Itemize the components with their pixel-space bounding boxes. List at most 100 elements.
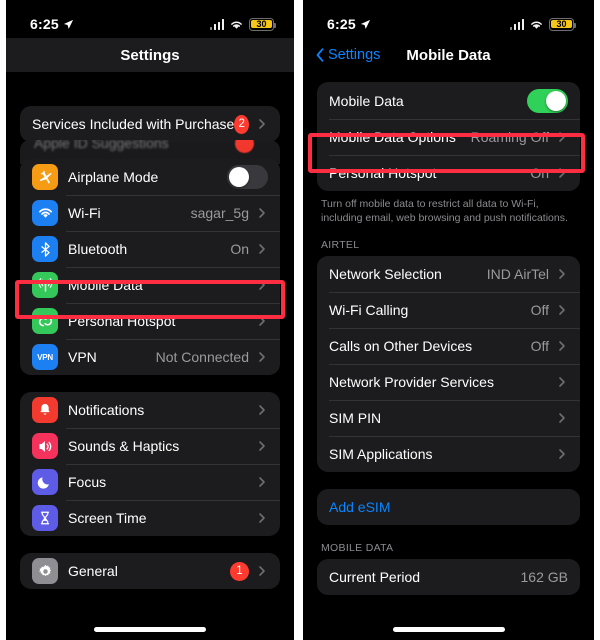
status-bar-time-left: 6:25: [30, 16, 74, 32]
row-label: Notifications: [68, 402, 145, 418]
bluetooth-icon: [32, 236, 58, 262]
mobile-data-toggle[interactable]: [527, 88, 568, 113]
back-button-label: Settings: [328, 47, 381, 63]
home-indicator-left: [94, 627, 206, 632]
sidebar-item-general[interactable]: General 1: [20, 553, 280, 589]
row-value: Not Connected: [155, 349, 249, 365]
chevron-right-icon: [256, 440, 268, 452]
wifi-icon: [229, 19, 244, 30]
add-esim-label: Add eSIM: [329, 499, 391, 515]
row-label: General: [68, 563, 118, 579]
mobile-data-group-usage: Current Period 162 GB: [317, 559, 580, 595]
status-badge: 2: [234, 114, 249, 134]
row-mobile-data-options[interactable]: Mobile Data Options Roaming Off: [317, 119, 580, 155]
row-label: Network Provider Services: [329, 374, 494, 390]
row-label: Current Period: [329, 569, 421, 585]
row-wifi-calling[interactable]: Wi-Fi Calling Off: [317, 292, 580, 328]
add-esim-button[interactable]: Add eSIM: [317, 489, 580, 525]
airplane-icon: [32, 164, 58, 190]
status-bar-indicators-left: 30: [209, 17, 277, 31]
signal-bars-icon: [509, 19, 524, 30]
chevron-right-icon: [256, 565, 268, 577]
chevron-right-icon: [556, 268, 568, 280]
row-label: Personal Hotspot: [329, 165, 437, 181]
settings-group-services: Services Included with Purchase 2: [20, 106, 280, 142]
settings-group-general: General 1: [20, 553, 280, 589]
mobile-data-group-add-esim: Add eSIM: [317, 489, 580, 525]
section-header-mobile-data: MOBILE DATA: [321, 542, 394, 554]
row-mobile-data-toggle[interactable]: Mobile Data: [317, 82, 580, 119]
chevron-right-icon: [256, 512, 268, 524]
sidebar-item-vpn[interactable]: VPN VPN Not Connected: [20, 339, 280, 375]
row-label: Sounds & Haptics: [68, 438, 180, 454]
sidebar-item-screen-time[interactable]: Screen Time: [20, 500, 280, 536]
status-time-text-left: 6:25: [30, 16, 59, 32]
settings-group-connectivity: Airplane Mode Wi-Fi sagar_5g Bluetooth O…: [20, 159, 280, 375]
sidebar-item-sounds-haptics[interactable]: Sounds & Haptics: [20, 428, 280, 464]
settings-scroll-content[interactable]: Apple ID Suggestions Services Included w…: [6, 72, 294, 589]
row-label: Services Included with Purchase: [32, 116, 235, 132]
back-button-settings[interactable]: Settings: [315, 38, 380, 72]
row-sim-applications[interactable]: SIM Applications: [317, 436, 580, 472]
chevron-right-icon: [256, 243, 268, 255]
cellular-antenna-icon: [32, 272, 58, 298]
row-personal-hotspot[interactable]: Personal Hotspot On: [317, 155, 580, 191]
sidebar-item-mobile-data[interactable]: Mobile Data: [20, 267, 280, 303]
settings-group-notifications: Notifications Sounds & Haptics Focus Scr…: [20, 392, 280, 536]
gear-icon: [32, 558, 58, 584]
moon-icon: [32, 469, 58, 495]
mobile-data-group-top: Mobile Data Mobile Data Options Roaming …: [317, 82, 580, 191]
right-phone-mobile-data-screen: 6:25 30 Settings Mobile Data Mobile Data…: [303, 0, 594, 640]
row-value: IND AirTel: [486, 266, 549, 282]
row-current-period[interactable]: Current Period 162 GB: [317, 559, 580, 595]
chevron-right-icon: [256, 279, 268, 291]
chevron-right-icon: [556, 304, 568, 316]
chevron-right-icon: [556, 340, 568, 352]
wifi-icon: [32, 200, 58, 226]
sidebar-item-services-included[interactable]: Services Included with Purchase 2: [20, 106, 280, 142]
chevron-right-icon: [556, 376, 568, 388]
status-bar-right: 6:25 30: [303, 0, 594, 38]
wifi-icon: [529, 19, 544, 30]
left-phone-settings-screen: 6:25 30 Settings Apple ID Suggestions Se…: [6, 0, 294, 640]
sidebar-item-notifications[interactable]: Notifications: [20, 392, 280, 428]
row-label: Mobile Data Options: [329, 129, 456, 145]
page-title-settings: Settings: [120, 46, 180, 64]
row-network-provider-services[interactable]: Network Provider Services: [317, 364, 580, 400]
sidebar-item-wifi[interactable]: Wi-Fi sagar_5g: [20, 195, 280, 231]
sidebar-item-bluetooth[interactable]: Bluetooth On: [20, 231, 280, 267]
bell-icon: [32, 397, 58, 423]
hotspot-link-icon: [32, 308, 58, 334]
row-calls-on-other-devices[interactable]: Calls on Other Devices Off: [317, 328, 580, 364]
row-value: sagar_5g: [190, 205, 249, 221]
nav-bar-left: Settings: [6, 38, 294, 72]
mobile-data-scroll-content[interactable]: Mobile Data Mobile Data Options Roaming …: [303, 72, 594, 595]
row-label: Focus: [68, 474, 107, 490]
sidebar-item-personal-hotspot[interactable]: Personal Hotspot: [20, 303, 280, 339]
chevron-right-icon: [256, 118, 268, 130]
row-sim-pin[interactable]: SIM PIN: [317, 400, 580, 436]
row-value: Off: [530, 338, 549, 354]
row-label: SIM PIN: [329, 410, 382, 426]
row-label: Mobile Data: [329, 92, 404, 109]
page-title-mobile-data: Mobile Data: [406, 46, 491, 64]
row-value: 162 GB: [520, 569, 568, 585]
status-bar-time-right: 6:25: [327, 16, 371, 32]
chevron-right-icon: [256, 315, 268, 327]
row-label: Wi-Fi: [68, 205, 101, 221]
row-label: Bluetooth: [68, 241, 128, 257]
row-label: Airplane Mode: [68, 169, 159, 185]
sidebar-item-airplane-mode[interactable]: Airplane Mode: [20, 159, 280, 195]
row-label: Mobile Data: [68, 277, 143, 293]
row-value: On: [530, 165, 549, 181]
mobile-data-group-carrier: Network Selection IND AirTel Wi-Fi Calli…: [317, 256, 580, 472]
speaker-icon: [32, 433, 58, 459]
row-label: SIM Applications: [329, 446, 433, 462]
sidebar-item-focus[interactable]: Focus: [20, 464, 280, 500]
row-label: Wi-Fi Calling: [329, 302, 409, 318]
chevron-right-icon: [556, 448, 568, 460]
chevron-right-icon: [256, 351, 268, 363]
airplane-mode-toggle[interactable]: [227, 165, 268, 189]
row-value: On: [230, 241, 249, 257]
row-network-selection[interactable]: Network Selection IND AirTel: [317, 256, 580, 292]
